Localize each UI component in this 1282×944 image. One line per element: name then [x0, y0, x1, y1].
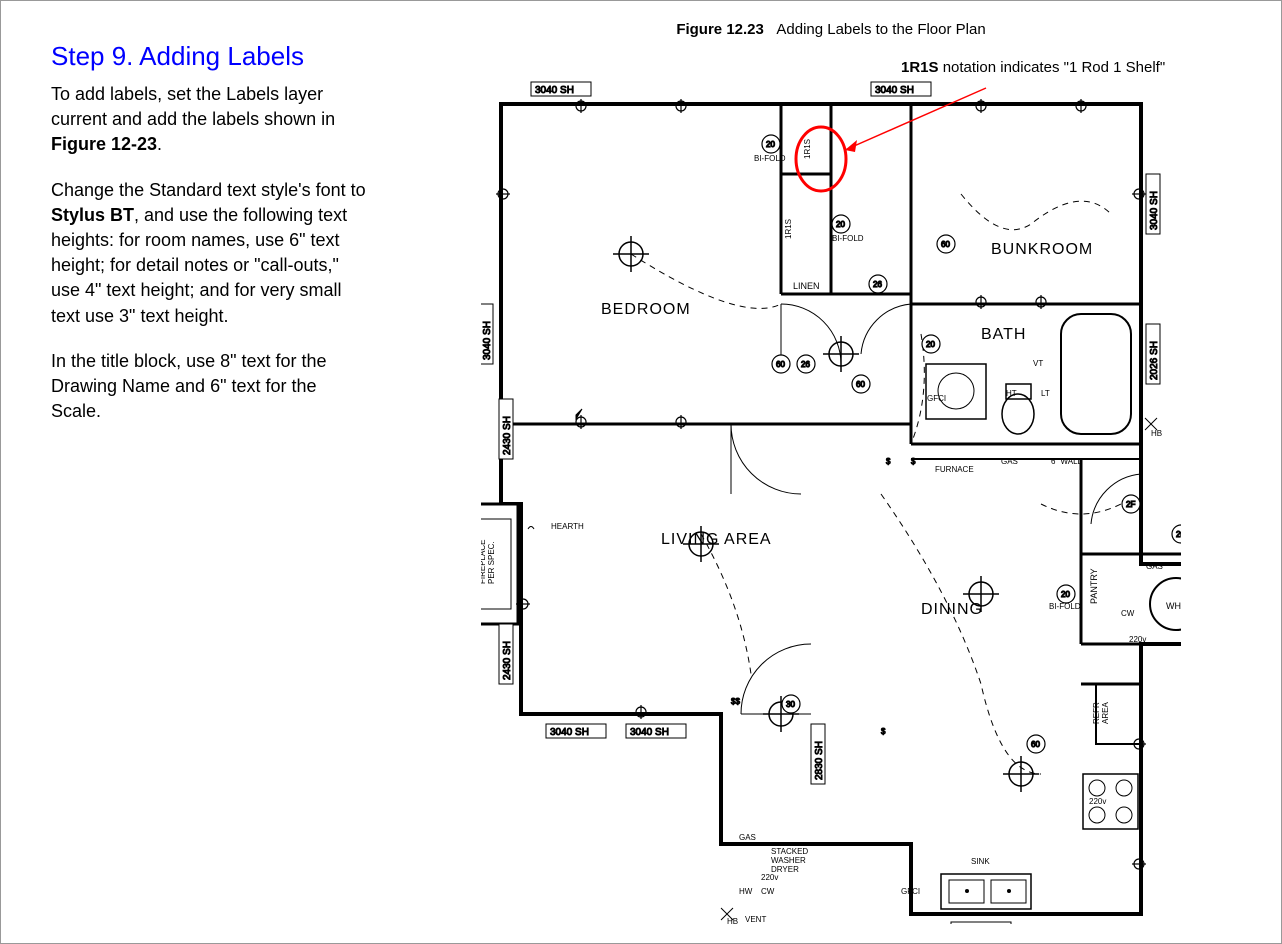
label-refr: REFRAREA [1092, 702, 1110, 724]
label-linen: LINEN [793, 281, 820, 291]
label-dining: DINING [921, 601, 983, 618]
note-1r1s-a: 1R1S [803, 139, 812, 159]
p1-b: Figure 12-23 [51, 134, 157, 154]
note-vent: VENT [745, 915, 766, 924]
note-220v-2: 220v [1089, 797, 1106, 806]
note-220v-1: 220v [761, 873, 778, 882]
note-ht: HT [1006, 389, 1017, 398]
label-bedroom: BEDROOM [601, 301, 691, 318]
note-vt: VT [1033, 359, 1043, 368]
label-bunkroom: BUNKROOM [991, 241, 1093, 258]
note-hw: HW [739, 887, 753, 896]
p2-a: Change the Standard text style's font to [51, 180, 366, 200]
instruction-column: Step 9. Adding Labels To add labels, set… [51, 41, 371, 444]
note-cw-2: CW [1121, 609, 1135, 618]
note-bifold-3: BI-FOLD [1049, 602, 1081, 611]
p1-c: . [157, 134, 162, 154]
note-lt: LT [1041, 389, 1050, 398]
note-sink: SINK [971, 857, 990, 866]
figure-area: Figure 12.23 Adding Labels to the Floor … [401, 21, 1261, 931]
svg-text:$: $ [886, 457, 891, 466]
svg-text:60: 60 [856, 380, 865, 389]
note-hearth: HEARTH [551, 522, 584, 531]
note-gas-2: GAS [1146, 562, 1163, 571]
figure-title: Adding Labels to the Floor Plan [776, 21, 985, 38]
note-gfci-2: GFCI [901, 887, 920, 896]
note-hb-2: HB [1151, 429, 1162, 438]
svg-text:$: $ [911, 457, 916, 466]
svg-text:20: 20 [1176, 530, 1181, 539]
svg-text:20: 20 [766, 140, 775, 149]
svg-text:2F: 2F [1126, 500, 1135, 509]
svg-text:2026 SH: 2026 SH [1149, 341, 1160, 380]
p1-a: To add labels, set the Labels layer curr… [51, 84, 335, 129]
note-furnace: FURNACE [935, 465, 974, 474]
svg-text:3040 SH: 3040 SH [482, 321, 493, 360]
svg-text:$: $ [881, 727, 886, 736]
paragraph-1: To add labels, set the Labels layer curr… [51, 82, 371, 158]
svg-text:3040 SH: 3040 SH [630, 727, 669, 738]
figure-caption: Figure 12.23 Adding Labels to the Floor … [401, 21, 1261, 38]
note-hb-1: HB [727, 917, 738, 924]
svg-text:2830 SH: 2830 SH [814, 741, 825, 780]
svg-text:26: 26 [873, 280, 882, 289]
svg-text:3040 SH: 3040 SH [875, 85, 914, 96]
note-220v-3: 220v [1129, 635, 1146, 644]
note-1r1s-b: 1R1S [784, 219, 793, 239]
note-bifold-1: BI-FOLD [754, 154, 786, 163]
note-gas-3: GAS [739, 833, 756, 842]
svg-text:20: 20 [926, 340, 935, 349]
svg-text:2430 SH: 2430 SH [502, 641, 513, 680]
svg-text:60: 60 [776, 360, 785, 369]
svg-text:3040 SH: 3040 SH [1149, 191, 1160, 230]
note-gas-1: GAS [1001, 457, 1018, 466]
paragraph-2: Change the Standard text style's font to… [51, 178, 371, 329]
label-bath: BATH [981, 326, 1026, 343]
label-pantry: PANTRY [1089, 568, 1099, 604]
svg-text:60: 60 [941, 240, 950, 249]
note-6wall: 6" WALL [1051, 457, 1083, 466]
paragraph-3: In the title block, use 8" text for the … [51, 349, 371, 425]
svg-text:20: 20 [836, 220, 845, 229]
label-living: LIVING AREA [661, 531, 772, 548]
svg-text:2430 SH: 2430 SH [502, 416, 513, 455]
svg-text:26: 26 [801, 360, 810, 369]
svg-text:20: 20 [1061, 590, 1070, 599]
step-title: Step 9. Adding Labels [51, 41, 371, 72]
svg-text:60: 60 [1031, 740, 1040, 749]
note-stacked: STACKEDWASHERDRYER [771, 847, 808, 874]
svg-text:3040 SH: 3040 SH [535, 85, 574, 96]
label-wh: WH [1166, 601, 1181, 611]
note-cw: CW [761, 887, 775, 896]
note-prefab: PREFABFIREPLACEPER SPEC. [481, 540, 496, 584]
svg-text:30: 30 [786, 700, 795, 709]
floor-plan-svg: $ $ $$ $ 20 20 26 60 26 60 20 60 30 20 2… [481, 44, 1181, 924]
svg-text:3040 SH: 3040 SH [550, 727, 589, 738]
note-gfci-1: GFCI [927, 394, 946, 403]
figure-number: Figure 12.23 [676, 21, 764, 38]
note-bifold-2: BI-FOLD [832, 234, 864, 243]
p2-b: Stylus BT [51, 205, 134, 225]
svg-text:$$: $$ [731, 697, 740, 706]
